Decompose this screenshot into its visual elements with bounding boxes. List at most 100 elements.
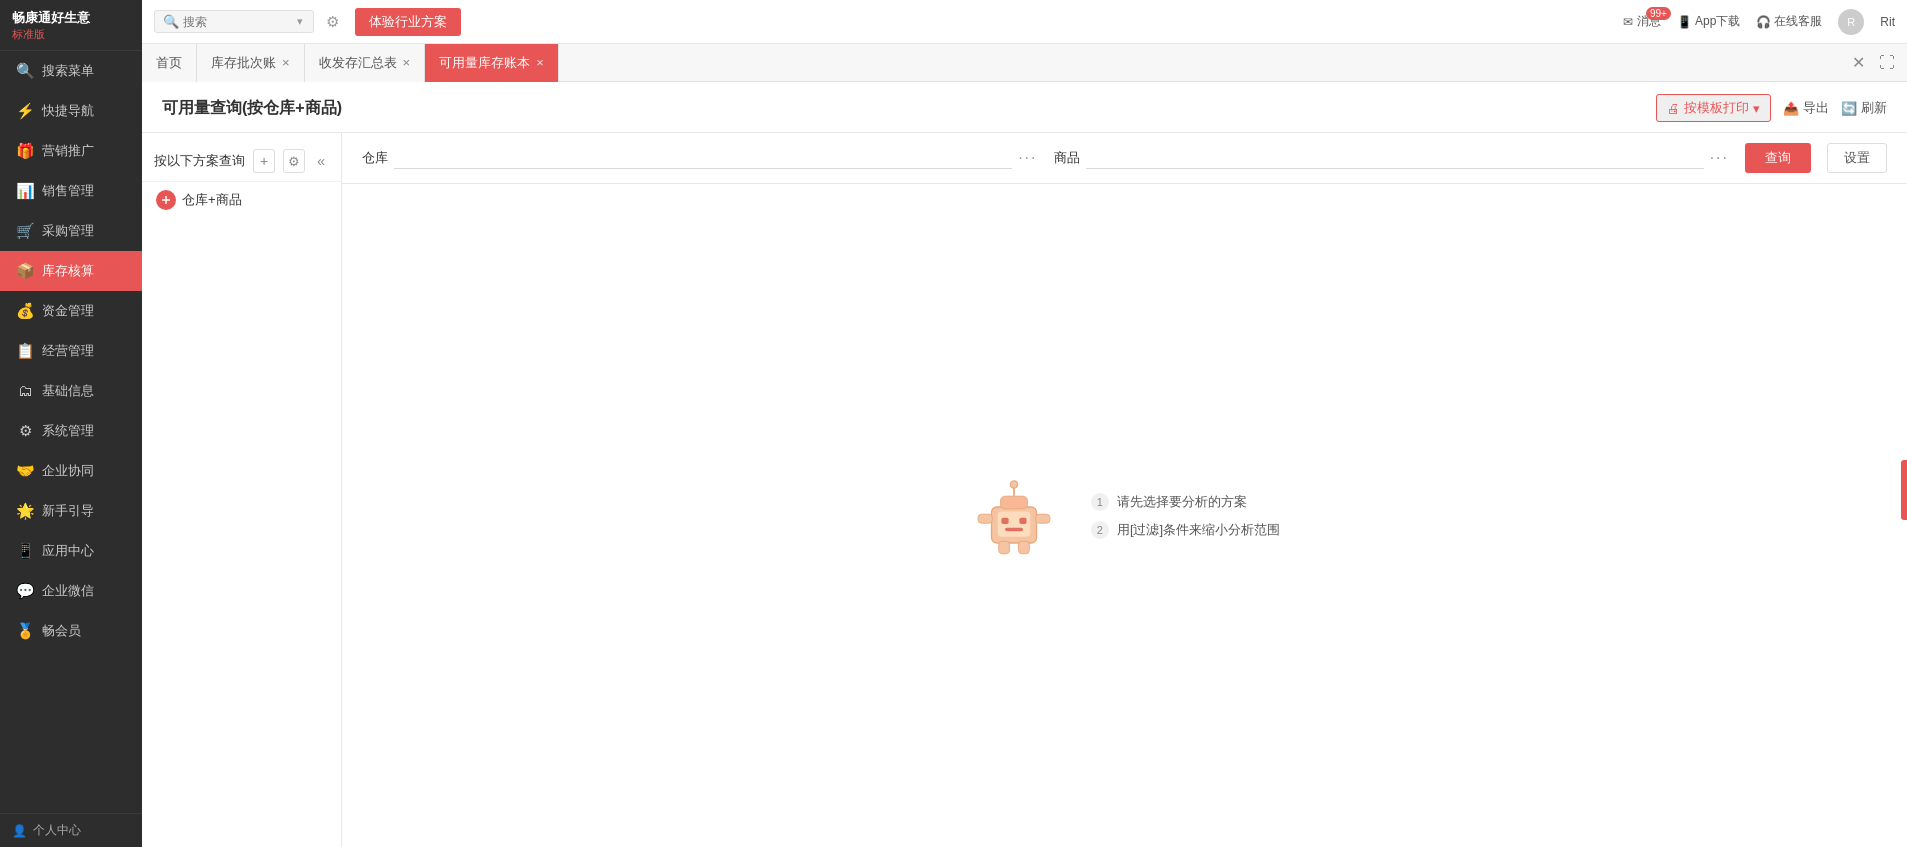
topbar-right: ✉ 消息 99+ 📱 App下载 🎧 在线客服 R Rit — [1623, 9, 1895, 35]
search-input[interactable] — [183, 15, 293, 29]
close-all-tabs-button[interactable]: ✕ — [1846, 49, 1871, 76]
empty-state: 1 请先选择要分析的方案 2 用[过滤]条件来缩小分析范围 — [342, 184, 1907, 847]
operations-icon: 📋 — [16, 342, 34, 360]
svg-rect-10 — [1035, 514, 1049, 523]
sidebar-bottom-label: 个人中心 — [33, 822, 81, 839]
industry-button[interactable]: 体验行业方案 — [355, 8, 461, 36]
app-download-button[interactable]: 📱 App下载 — [1677, 13, 1740, 30]
sidebar-item-marketing[interactable]: 🎁营销推广 — [0, 131, 142, 171]
topbar-search-box[interactable]: 🔍 ▾ — [154, 10, 314, 33]
scroll-handle[interactable] — [1901, 460, 1907, 520]
settings-button[interactable]: 设置 — [1827, 143, 1887, 173]
sidebar-item-sales[interactable]: 📊销售管理 — [0, 171, 142, 211]
sidebar-item-label-basic: 基础信息 — [42, 382, 94, 400]
sidebar-item-label-system: 系统管理 — [42, 422, 94, 440]
sidebar-item-label-appcenter: 应用中心 — [42, 542, 94, 560]
warehouse-label: 仓库 — [362, 149, 388, 167]
username[interactable]: Rit — [1880, 15, 1895, 29]
sidebar-item-search[interactable]: 🔍搜索菜单 — [0, 51, 142, 91]
tip-item-1: 1 请先选择要分析的方案 — [1091, 493, 1280, 511]
scheme-icon — [156, 190, 176, 210]
purchase-icon: 🛒 — [16, 222, 34, 240]
chevron-down-icon: ▾ — [1753, 101, 1760, 116]
expand-button[interactable]: ⛶ — [1873, 50, 1901, 76]
goods-more-icon[interactable]: ··· — [1710, 149, 1729, 167]
warehouse-input[interactable] — [394, 147, 1012, 169]
main-area: 🔍 ▾ ⚙ 体验行业方案 ✉ 消息 99+ 📱 App下载 🎧 在线客服 R R… — [142, 0, 1907, 847]
chevron-down-icon[interactable]: ▾ — [297, 15, 303, 28]
goods-field: 商品 ··· — [1054, 147, 1730, 169]
export-icon: 📤 — [1783, 101, 1799, 116]
sidebar-item-coop[interactable]: 🤝企业协同 — [0, 451, 142, 491]
guide-icon: 🌟 — [16, 502, 34, 520]
sidebar-item-label-shortcut: 快捷导航 — [42, 102, 94, 120]
print-button[interactable]: 🖨 按模板打印 ▾ — [1656, 94, 1771, 122]
refresh-button[interactable]: 🔄 刷新 — [1841, 99, 1887, 117]
tab-close-batch-account[interactable]: × — [282, 56, 290, 69]
sidebar-item-member[interactable]: 🏅畅会员 — [0, 611, 142, 651]
sidebar-item-basic[interactable]: 🗂基础信息 — [0, 371, 142, 411]
page-header: 可用量查询(按仓库+商品) 🖨 按模板打印 ▾ 📤 导出 🔄 刷新 — [142, 82, 1907, 133]
tab-home[interactable]: 首页 — [142, 44, 197, 82]
svg-rect-9 — [978, 514, 992, 523]
appcenter-icon: 📱 — [16, 542, 34, 560]
sidebar-item-shortcut[interactable]: ⚡ 快捷导航 — [0, 91, 142, 131]
warehouse-field: 仓库 ··· — [362, 147, 1038, 169]
sidebar-item-inventory[interactable]: 📦库存核算 — [0, 251, 142, 291]
sidebar-bottom[interactable]: 👤 个人中心 — [0, 813, 142, 847]
empty-state-inner: 1 请先选择要分析的方案 2 用[过滤]条件来缩小分析范围 — [969, 471, 1280, 561]
message-icon: ✉ — [1623, 15, 1633, 29]
message-button[interactable]: ✉ 消息 99+ — [1623, 13, 1661, 30]
collapse-panel-button[interactable]: « — [313, 151, 329, 171]
goods-input[interactable] — [1086, 147, 1704, 169]
tab-label-home: 首页 — [156, 54, 182, 72]
scheme-item[interactable]: 仓库+商品 — [142, 182, 341, 218]
tip-text-2: 用[过滤]条件来缩小分析范围 — [1117, 521, 1280, 539]
avatar: R — [1838, 9, 1864, 35]
sidebar-item-label-wechat: 企业微信 — [42, 582, 94, 600]
sidebar-item-guide[interactable]: 🌟新手引导 — [0, 491, 142, 531]
settings-scheme-button[interactable]: ⚙ — [283, 149, 305, 173]
sidebar-item-label-coop: 企业协同 — [42, 462, 94, 480]
marketing-icon: 🎁 — [16, 142, 34, 160]
filter-label: 按以下方案查询 — [154, 152, 245, 170]
sidebar-item-label-member: 畅会员 — [42, 622, 81, 640]
empty-illustration — [969, 471, 1059, 561]
svg-rect-11 — [999, 541, 1010, 554]
sidebar-item-appcenter[interactable]: 📱 应用中心 — [0, 531, 142, 571]
wechat-icon: 💬 — [16, 582, 34, 600]
search-icon: 🔍 — [16, 62, 34, 80]
online-service-button[interactable]: 🎧 在线客服 — [1756, 13, 1822, 30]
sidebar-item-purchase[interactable]: 🛒 采购管理 — [0, 211, 142, 251]
sidebar-item-label-inventory: 库存核算 — [42, 262, 94, 280]
tab-label-available-ledger: 可用量库存账本 — [439, 54, 530, 72]
sidebar-item-system[interactable]: ⚙系统管理 — [0, 411, 142, 451]
goods-label: 商品 — [1054, 149, 1080, 167]
tab-close-available-ledger[interactable]: × — [536, 56, 544, 69]
sidebar: 畅康通好生意 标准版 🔍搜索菜单⚡快捷导航🎁营销推广📊销售管理🛒采购管理📦库存核… — [0, 0, 142, 847]
gear-icon[interactable]: ⚙ — [322, 9, 343, 35]
sidebar-item-finance[interactable]: 💰资金管理 — [0, 291, 142, 331]
empty-tips: 1 请先选择要分析的方案 2 用[过滤]条件来缩小分析范围 — [1091, 493, 1280, 539]
svg-rect-4 — [1019, 517, 1026, 523]
sidebar-item-operations[interactable]: 📋经营管理 — [0, 331, 142, 371]
tab-available-ledger[interactable]: 可用量库存账本 × — [425, 44, 559, 82]
add-scheme-button[interactable]: + — [253, 149, 275, 173]
sidebar-item-label-purchase: 采购管理 — [42, 222, 94, 240]
tab-collect-summary[interactable]: 收发存汇总表× — [305, 44, 426, 82]
tip-num-2: 2 — [1091, 521, 1109, 539]
logo-subtitle: 标准版 — [12, 27, 130, 42]
query-bar: 仓库 ··· 商品 ··· 查询 设置 — [342, 133, 1907, 184]
shortcut-icon: ⚡ — [16, 102, 34, 120]
left-panel: 按以下方案查询 + ⚙ « 仓库+商品 — [142, 133, 342, 847]
sidebar-item-wechat[interactable]: 💬 企业微信 — [0, 571, 142, 611]
tab-close-collect-summary[interactable]: × — [403, 56, 411, 69]
filter-row: 按以下方案查询 + ⚙ « — [142, 141, 341, 182]
app-label: App下载 — [1695, 13, 1740, 30]
page-title: 可用量查询(按仓库+商品) — [162, 98, 342, 119]
warehouse-more-icon[interactable]: ··· — [1018, 149, 1037, 167]
tab-batch-account[interactable]: 库存批次账× — [197, 44, 305, 82]
sidebar-scroll: 🔍搜索菜单 ⚡ 快捷导航 🎁营销推广📊销售管理 🛒 采购管理 📦库存核算💰资金管理📋经营管理… — [0, 51, 142, 813]
export-button[interactable]: 📤 导出 — [1783, 99, 1829, 117]
query-button[interactable]: 查询 — [1745, 143, 1811, 173]
